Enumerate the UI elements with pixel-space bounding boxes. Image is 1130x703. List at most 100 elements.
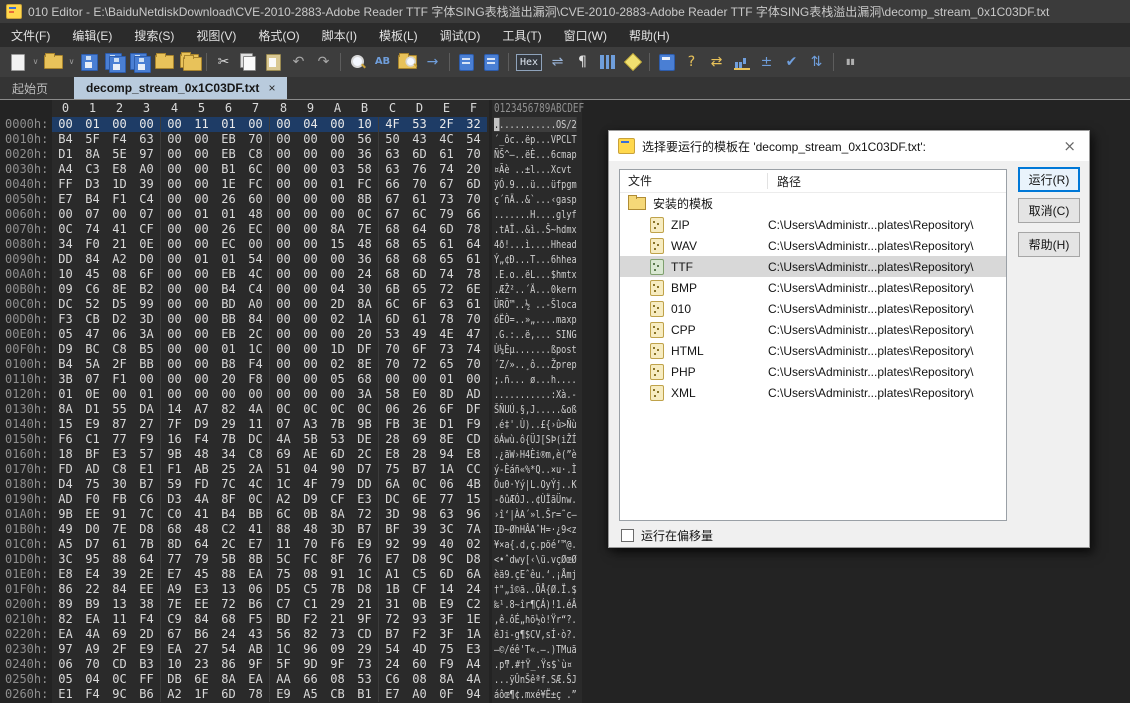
hex-mode-button[interactable]: Hex [513,50,545,74]
hex-byte[interactable]: 92 [379,537,406,552]
hex-byte[interactable]: 53 [379,327,406,342]
hex-byte[interactable]: CF [406,582,433,597]
hex-byte[interactable]: 84 [188,612,215,627]
hex-byte[interactable]: 70 [297,537,324,552]
hex-byte[interactable]: 5A [79,357,106,372]
hex-byte[interactable]: 6D [460,177,487,192]
hex-byte[interactable]: 99 [133,297,160,312]
hex-byte[interactable]: 70 [379,357,406,372]
hex-byte[interactable]: FC [351,177,378,192]
hex-byte[interactable]: A3 [297,417,324,432]
hex-byte[interactable]: A2 [106,252,133,267]
hex-byte[interactable]: 1E [215,177,242,192]
hex-byte[interactable]: FC [242,177,269,192]
hex-byte[interactable]: FB [379,417,406,432]
hex-byte[interactable]: 06 [242,582,269,597]
hex-byte[interactable]: 6C [379,297,406,312]
hex-byte[interactable]: 29 [351,642,378,657]
hex-byte[interactable]: 14 [433,582,460,597]
ascii-cell[interactable]: ;.ñ... ø...h.... [494,372,577,387]
hex-byte[interactable]: 64 [188,537,215,552]
hex-byte[interactable]: 6D [433,222,460,237]
hex-byte[interactable]: 0C [351,402,378,417]
hex-byte[interactable]: 00 [297,192,324,207]
hex-byte[interactable]: 6E [406,492,433,507]
ascii-cell[interactable]: ÑŠ^—..ëÈ...6cmap [494,147,577,162]
hex-byte[interactable]: 00 [161,162,188,177]
hex-byte[interactable]: 00 [270,297,297,312]
hex-byte[interactable]: B3 [133,657,160,672]
hex-byte[interactable]: 5F [79,132,106,147]
ascii-cell[interactable]: .pͳ.#†Ÿ_.Ÿs$`ù¤ [494,657,572,672]
hex-byte[interactable]: 79 [324,477,351,492]
hex-byte[interactable]: 4C [242,477,269,492]
hex-byte[interactable]: B7 [379,627,406,642]
hex-byte[interactable]: 79 [433,207,460,222]
hex-byte[interactable]: B8 [215,357,242,372]
hex-byte[interactable]: CB [324,687,351,702]
hex-byte[interactable]: EC [215,237,242,252]
hex-byte[interactable]: 00 [297,327,324,342]
hex-byte[interactable]: 08 [297,567,324,582]
hex-byte[interactable]: 00 [270,147,297,162]
hex-byte[interactable]: 00 [188,312,215,327]
hex-byte[interactable]: 6F [406,297,433,312]
hex-byte[interactable]: 6D [406,267,433,282]
ascii-cell[interactable]: ý-Èáñ«%*Q..×u·.Ì [494,462,577,477]
hex-byte[interactable]: 77 [106,432,133,447]
hex-byte[interactable]: D8 [406,552,433,567]
hex-byte[interactable]: D3 [79,177,106,192]
run-template-button[interactable] [454,50,479,74]
ascii-cell[interactable]: 4ð!...ì....Hhead [494,237,577,252]
hex-byte[interactable]: 72 [215,597,242,612]
hex-byte[interactable]: 0C [406,477,433,492]
hex-byte[interactable]: DD [52,252,79,267]
hex-byte[interactable]: 67 [379,192,406,207]
hex-byte[interactable]: C4 [133,192,160,207]
ascii-cell[interactable]: —©/éê'T«.–.)TMuã [494,642,577,657]
hex-byte[interactable]: 47 [79,327,106,342]
hex-byte[interactable]: 9C [433,552,460,567]
template-row-zip[interactable]: ZIP C:\Users\Administr...plates\Repositor… [620,214,1006,235]
hex-byte[interactable]: 3B [52,372,79,387]
ascii-cell[interactable]: .tAÏ..&ì..Š~hdmx [494,222,577,237]
hex-byte[interactable]: 5C [270,552,297,567]
hex-byte[interactable]: 01 [215,342,242,357]
hex-byte[interactable]: E3 [351,492,378,507]
hex-byte[interactable]: 00 [324,192,351,207]
hex-byte[interactable]: 00 [297,357,324,372]
hex-byte[interactable]: 72 [406,357,433,372]
hex-byte[interactable]: 8B [351,192,378,207]
hex-byte[interactable]: 53 [324,432,351,447]
hex-byte[interactable]: 78 [460,222,487,237]
hex-byte[interactable]: 67 [433,177,460,192]
hex-byte[interactable]: FD [52,462,79,477]
hex-byte[interactable]: 68 [215,612,242,627]
hex-byte[interactable]: 3D [379,507,406,522]
hex-byte[interactable]: 00 [161,147,188,162]
hex-byte[interactable]: 8F [324,552,351,567]
hex-byte[interactable]: B7 [406,462,433,477]
new-file-button[interactable] [5,50,30,74]
hex-byte[interactable]: 6C [406,207,433,222]
ascii-cell[interactable]: Ù¼Èµ.......ßpost [494,342,577,357]
hex-byte[interactable]: 3D [133,312,160,327]
hex-byte[interactable]: 94 [460,687,487,702]
hex-byte[interactable]: 8A [52,402,79,417]
hex-byte[interactable]: F1 [106,192,133,207]
hex-byte[interactable]: 26 [215,222,242,237]
hex-byte[interactable]: 00 [324,267,351,282]
column-header-file[interactable]: 文件 [620,173,768,189]
hex-byte[interactable]: 00 [297,297,324,312]
hex-byte[interactable]: 30 [106,477,133,492]
hex-byte[interactable]: D3 [161,492,188,507]
hex-byte[interactable]: 5B [215,552,242,567]
hex-byte[interactable]: 21 [351,597,378,612]
hex-byte[interactable]: 00 [188,237,215,252]
hex-byte[interactable]: DD [351,477,378,492]
hex-byte[interactable]: 00 [161,207,188,222]
hex-byte[interactable]: 00 [379,372,406,387]
hex-byte[interactable]: CD [351,627,378,642]
hex-byte[interactable]: D4 [52,477,79,492]
help-button[interactable]: 帮助(H) [1018,232,1080,257]
